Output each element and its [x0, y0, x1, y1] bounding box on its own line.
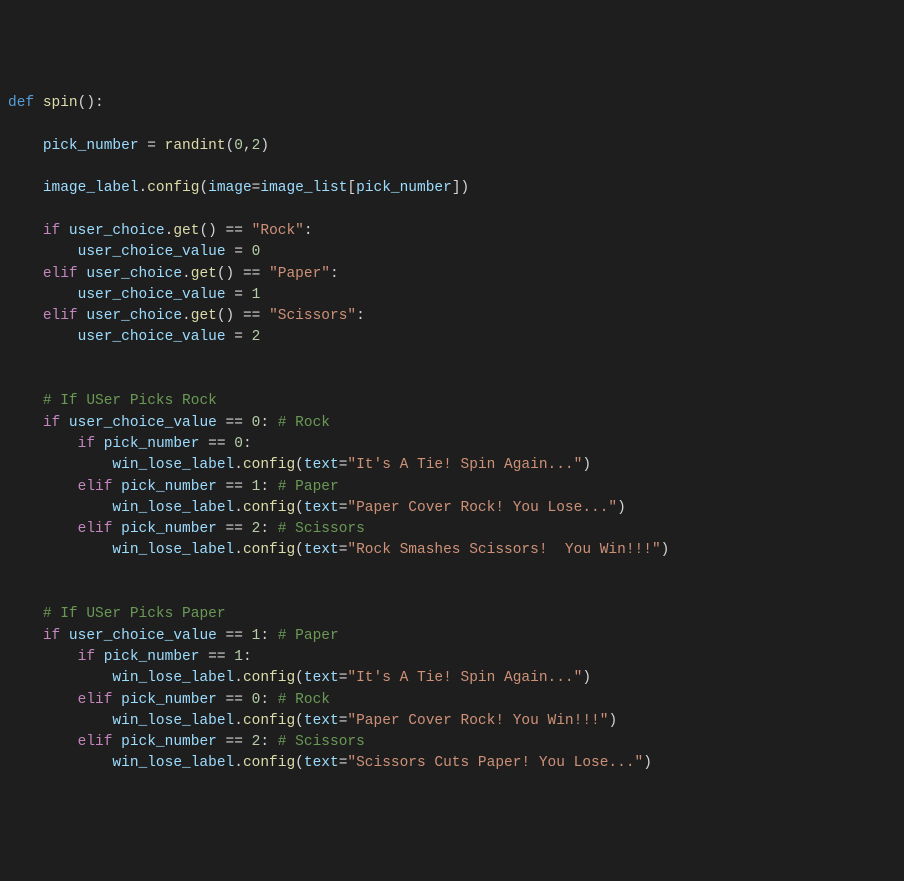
- code-editor[interactable]: def spin(): pick_number = randint(0,2) i…: [8, 93, 896, 775]
- code-line: [8, 583, 896, 604]
- code-line: # If USer Picks Paper: [8, 604, 896, 625]
- code-line: if user_choice.get() == "Rock":: [8, 221, 896, 242]
- code-line: user_choice_value = 1: [8, 285, 896, 306]
- code-line: # If USer Picks Rock: [8, 391, 896, 412]
- code-line: if pick_number == 0:: [8, 434, 896, 455]
- code-line: elif pick_number == 0: # Rock: [8, 690, 896, 711]
- code-line: elif user_choice.get() == "Scissors":: [8, 306, 896, 327]
- code-line: win_lose_label.config(text="Paper Cover …: [8, 498, 896, 519]
- code-line: win_lose_label.config(text="Rock Smashes…: [8, 540, 896, 561]
- code-line: elif pick_number == 1: # Paper: [8, 477, 896, 498]
- code-line: [8, 200, 896, 221]
- code-line: [8, 157, 896, 178]
- code-line: elif user_choice.get() == "Paper":: [8, 264, 896, 285]
- code-line: def spin():: [8, 93, 896, 114]
- code-line: win_lose_label.config(text="It's A Tie! …: [8, 668, 896, 689]
- code-line: [8, 349, 896, 370]
- code-line: image_label.config(image=image_list[pick…: [8, 178, 896, 199]
- code-line: if user_choice_value == 1: # Paper: [8, 626, 896, 647]
- code-line: if user_choice_value == 0: # Rock: [8, 413, 896, 434]
- code-line: if pick_number == 1:: [8, 647, 896, 668]
- code-line: pick_number = randint(0,2): [8, 136, 896, 157]
- code-line: user_choice_value = 2: [8, 327, 896, 348]
- code-line: elif pick_number == 2: # Scissors: [8, 732, 896, 753]
- code-line: [8, 370, 896, 391]
- code-line: [8, 562, 896, 583]
- code-line: elif pick_number == 2: # Scissors: [8, 519, 896, 540]
- code-line: win_lose_label.config(text="Paper Cover …: [8, 711, 896, 732]
- code-line: user_choice_value = 0: [8, 242, 896, 263]
- code-line: win_lose_label.config(text="It's A Tie! …: [8, 455, 896, 476]
- code-line: [8, 114, 896, 135]
- code-line: win_lose_label.config(text="Scissors Cut…: [8, 753, 896, 774]
